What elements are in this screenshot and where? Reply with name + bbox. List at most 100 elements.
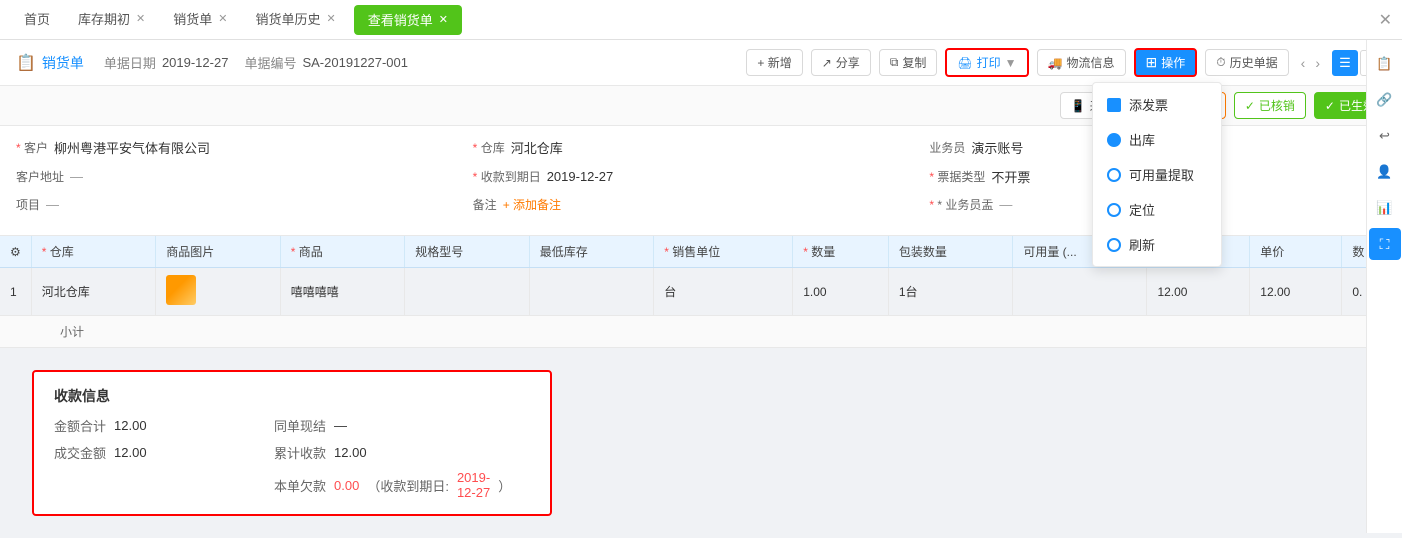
prev-arrow[interactable]: ‹ bbox=[1297, 53, 1310, 73]
row-qty: 1.00 bbox=[793, 268, 889, 316]
refresh-item[interactable]: 刷新 bbox=[1093, 227, 1221, 262]
invoice-icon bbox=[1107, 98, 1121, 112]
tab-bar: 首页 库存期初 ✕ 销货单 ✕ 销货单历史 ✕ 查看销货单 ✕ ✕ bbox=[0, 0, 1402, 40]
total-value: 12.00 bbox=[114, 418, 147, 433]
owed-label: 本单欠款 bbox=[274, 476, 326, 495]
deal-value: 12.00 bbox=[114, 445, 147, 460]
operations-dropdown: 添发票 出库 可用量提取 定位 刷新 bbox=[1092, 82, 1222, 267]
sidebar-undo-btn[interactable]: ↩ bbox=[1369, 120, 1401, 152]
cumulative-value: 12.00 bbox=[334, 445, 367, 460]
phone-icon: 📱 bbox=[1071, 99, 1086, 113]
locate-item[interactable]: 定位 bbox=[1093, 192, 1221, 227]
logistics-button[interactable]: 🚚 物流信息 bbox=[1037, 49, 1126, 76]
tab-home[interactable]: 首页 bbox=[10, 0, 64, 40]
doc-header: 📋 销货单 单据日期 2019-12-27 单据编号 SA-20191227-0… bbox=[0, 40, 1402, 86]
doc-actions: + 新增 ↗ 分享 ⧉ 复制 🖨 打印 ▼ 🚚 物流信息 ⊞ 操作 bbox=[746, 48, 1386, 77]
product-image bbox=[166, 275, 196, 305]
owed-date: 2019-12-27 bbox=[457, 470, 490, 500]
ticket-value: 不开票 bbox=[991, 167, 1030, 186]
cumulative-label: 累计收款 bbox=[274, 443, 326, 462]
copy-button[interactable]: ⧉ 复制 bbox=[879, 49, 938, 76]
check-icon2: ✓ bbox=[1325, 99, 1335, 113]
add-invoice-item[interactable]: 添发票 bbox=[1093, 87, 1221, 122]
share-button[interactable]: ↗ 分享 bbox=[811, 49, 871, 76]
row-product: 嘻嘻嘻嘻 bbox=[280, 268, 405, 316]
check-icon: ✓ bbox=[1245, 99, 1255, 113]
outbound-item[interactable]: 出库 bbox=[1093, 122, 1221, 157]
available-qty-item[interactable]: 可用量提取 bbox=[1093, 157, 1221, 192]
doc-type-icon: 📋 销货单 bbox=[16, 53, 84, 73]
row-pkg-qty: 1台 bbox=[888, 268, 1013, 316]
verified-button[interactable]: ✓ 已核销 bbox=[1234, 92, 1306, 119]
outbound-icon bbox=[1107, 133, 1121, 147]
operations-button[interactable]: ⊞ 操作 bbox=[1134, 48, 1198, 77]
payment-section: 收款信息 金额合计 12.00 同单现结 — 成交金额 12.00 累计收款 1… bbox=[0, 348, 1402, 538]
truck-icon: 🚚 bbox=[1048, 56, 1063, 70]
tab-sales-history[interactable]: 销货单历史 ✕ bbox=[241, 0, 349, 40]
tab-sales-close[interactable]: ✕ bbox=[218, 12, 227, 25]
owed-value: 0.00 bbox=[334, 478, 359, 493]
payment-grid: 金额合计 12.00 同单现结 — 成交金额 12.00 累计收款 12.00 … bbox=[54, 416, 530, 500]
row-available bbox=[1013, 268, 1147, 316]
doc-meta: 单据日期 2019-12-27 单据编号 SA-20191227-001 bbox=[104, 53, 746, 72]
tab-inventory-close[interactable]: ✕ bbox=[136, 12, 145, 25]
ticket-label: 票据类型 bbox=[929, 168, 985, 185]
col-product: * 商品 bbox=[280, 236, 405, 268]
tab-inventory[interactable]: 库存期初 ✕ bbox=[64, 0, 159, 40]
tab-sales-history-close[interactable]: ✕ bbox=[327, 12, 336, 25]
row-image bbox=[156, 268, 281, 316]
row-unit: 台 bbox=[654, 268, 793, 316]
sidebar-chart-btn[interactable]: 📊 bbox=[1369, 192, 1401, 224]
history-button[interactable]: ⏱ 历史单据 bbox=[1205, 49, 1288, 76]
row-warehouse: 河北仓库 bbox=[31, 268, 156, 316]
staff-label: 业务员 bbox=[929, 139, 965, 156]
window-close[interactable]: ✕ bbox=[1379, 10, 1392, 30]
nav-arrows: ‹ › bbox=[1297, 53, 1324, 73]
sidebar-doc-btn[interactable]: 📋 bbox=[1369, 48, 1401, 80]
right-sidebar: 📋 🔗 ↩ 👤 📊 ⛶ bbox=[1366, 40, 1402, 533]
tab-sales[interactable]: 销货单 ✕ bbox=[159, 0, 241, 40]
sidebar-link-btn[interactable]: 🔗 bbox=[1369, 84, 1401, 116]
tab-view-sales-close[interactable]: ✕ bbox=[439, 13, 448, 26]
payment-box: 收款信息 金额合计 12.00 同单现结 — 成交金额 12.00 累计收款 1… bbox=[32, 370, 552, 516]
tab-view-sales[interactable]: 查看销货单 ✕ bbox=[354, 5, 462, 35]
staff-value: 演示账号 bbox=[971, 138, 1023, 157]
col-warehouse: * 仓库 bbox=[31, 236, 156, 268]
staff2-label: * 业务员盂 bbox=[929, 196, 993, 213]
remark-label: 备注 bbox=[473, 196, 497, 213]
add-remark-button[interactable]: 添加备注 bbox=[503, 196, 561, 213]
owed-close: ） bbox=[498, 476, 511, 495]
deal-label: 成交金额 bbox=[54, 443, 106, 462]
history-icon: ⏱ bbox=[1216, 55, 1225, 70]
project-value: — bbox=[46, 197, 59, 212]
project-label: 项目 bbox=[16, 196, 40, 213]
row-min-stock bbox=[529, 268, 654, 316]
col-settings[interactable]: ⚙ bbox=[0, 236, 31, 268]
col-image: 商品图片 bbox=[156, 236, 281, 268]
print-dropdown-arrow[interactable]: ▼ bbox=[1005, 56, 1017, 70]
list-view-btn[interactable]: ☰ bbox=[1332, 50, 1358, 76]
address-label: 客户地址 bbox=[16, 168, 64, 185]
customer-value: 柳州粤港平安气体有限公司 bbox=[54, 138, 210, 157]
locate-icon bbox=[1107, 203, 1121, 217]
col-qty: * 数量 bbox=[793, 236, 889, 268]
next-arrow[interactable]: › bbox=[1311, 53, 1324, 73]
subtotal-label: 小计 bbox=[0, 316, 1402, 348]
grid-icon: ⊞ bbox=[1146, 54, 1158, 71]
payment-date-value: 2019-12-27 bbox=[547, 169, 614, 184]
owed-note: （收款到期日: bbox=[367, 476, 449, 495]
staff2-value: — bbox=[999, 197, 1012, 212]
share-icon: ↗ bbox=[822, 56, 832, 70]
sidebar-user-btn[interactable]: 👤 bbox=[1369, 156, 1401, 188]
settlement-label: 同单现结 bbox=[274, 416, 326, 435]
table-row: 1 河北仓库 嘻嘻嘻嘻 台 1.00 1台 12.00 12.00 0. bbox=[0, 268, 1402, 316]
col-spec: 规格型号 bbox=[405, 236, 530, 268]
sidebar-expand-btn[interactable]: ⛶ bbox=[1369, 228, 1401, 260]
refresh-icon bbox=[1107, 238, 1121, 252]
col-min-stock: 最低库存 bbox=[529, 236, 654, 268]
col-unit: * 销售单位 bbox=[654, 236, 793, 268]
print-button[interactable]: 🖨 打印 ▼ bbox=[945, 48, 1028, 77]
customer-label: 客户 bbox=[16, 139, 48, 156]
new-button[interactable]: + 新增 bbox=[746, 49, 802, 76]
col-pkg-qty: 包装数量 bbox=[888, 236, 1013, 268]
